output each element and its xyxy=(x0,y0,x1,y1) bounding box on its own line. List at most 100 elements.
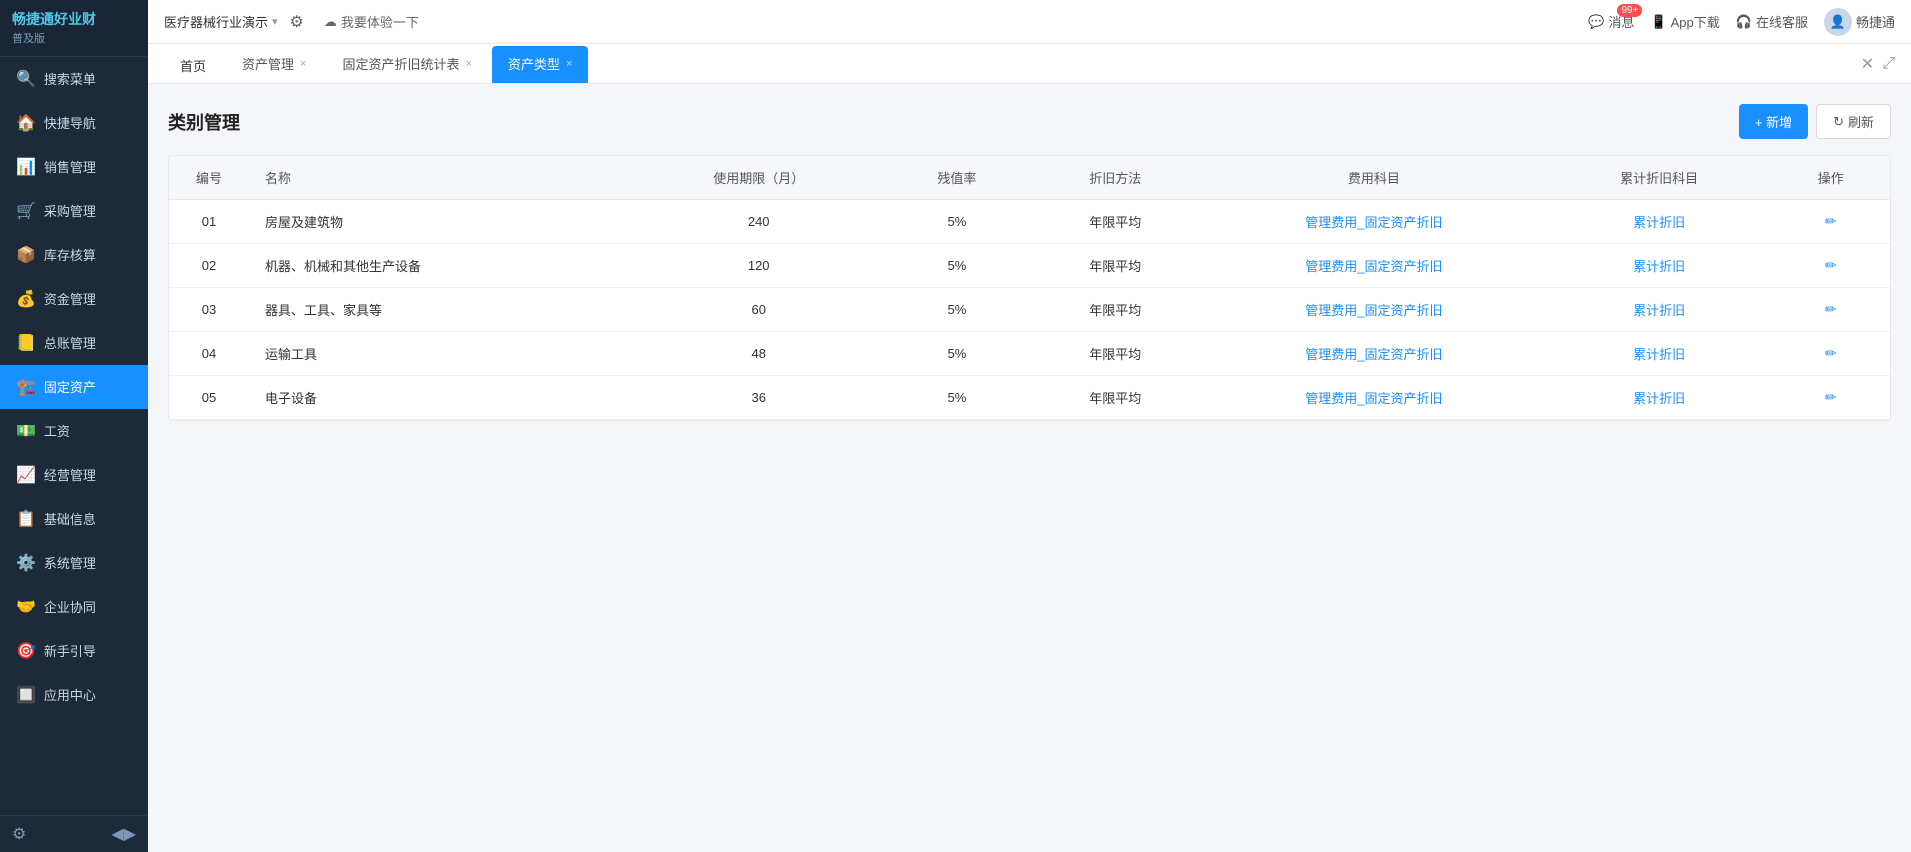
nav-label-fixed-assets: 固定资产 xyxy=(44,377,96,396)
category-table: 编号名称使用期限（月）残值率折旧方法费用科目累计折旧科目操作 01房屋及建筑物2… xyxy=(169,156,1890,420)
nav-label-payroll: 工资 xyxy=(44,421,70,440)
table-row: 03器具、工具、家具等605%年限平均管理费用_固定资产折旧累计折旧✏ xyxy=(169,288,1890,332)
nav-icon-system: ⚙️ xyxy=(16,553,36,573)
settings-icon[interactable]: ⚙ xyxy=(12,824,26,844)
sidebar-item-quick-nav[interactable]: 🏠 快捷导航 xyxy=(0,101,148,145)
tabbar: 首页资产管理×固定资产折旧统计表× 资产类型 × ✕ ⤢ xyxy=(148,44,1911,84)
nav-icon-quick-nav: 🏠 xyxy=(16,113,36,133)
cell-3-7[interactable]: ✏ xyxy=(1771,332,1890,376)
nav-icon-fixed-assets: 🏗️ xyxy=(16,377,36,397)
cell-3-1: 运输工具 xyxy=(249,332,633,376)
cell-1-6[interactable]: 累计折旧 xyxy=(1547,244,1772,288)
cell-3-0: 04 xyxy=(169,332,249,376)
sidebar-item-system[interactable]: ⚙️系统管理 xyxy=(0,541,148,585)
sidebar-item-capital[interactable]: 💰资金管理 xyxy=(0,277,148,321)
nav-icon-basic-info: 📋 xyxy=(16,509,36,529)
cell-4-7[interactable]: ✏ xyxy=(1771,376,1890,420)
cloud-icon: ☁ xyxy=(324,14,337,30)
content-area: 类别管理 + 新增 ↻ 刷新 编号名称使用期限（月）残值率折旧方法费用科目累计折… xyxy=(148,84,1911,852)
page-header: 类别管理 + 新增 ↻ 刷新 xyxy=(168,104,1891,139)
cell-4-5[interactable]: 管理费用_固定资产折旧 xyxy=(1201,376,1547,420)
new-button[interactable]: + 新增 xyxy=(1739,104,1808,139)
sidebar-item-guide[interactable]: 🎯新手引导 xyxy=(0,629,148,673)
col-header-5: 费用科目 xyxy=(1201,156,1547,200)
main-content: 医疗器械行业演示 ▾ ⚙ ☁ 我要体验一下 💬 消息 99+ 📱 App下载 🎧… xyxy=(148,0,1911,852)
cell-4-6[interactable]: 累计折旧 xyxy=(1547,376,1772,420)
cell-1-1: 机器、机械和其他生产设备 xyxy=(249,244,633,288)
message-btn[interactable]: 💬 消息 99+ xyxy=(1588,12,1634,31)
online-service-btn[interactable]: 🎧 在线客服 xyxy=(1736,12,1808,31)
sidebar-item-search[interactable]: 🔍 搜索菜单 xyxy=(0,57,148,101)
try-button[interactable]: ☁ 我要体验一下 xyxy=(316,8,427,35)
sidebar-item-basic-info[interactable]: 📋 基础信息 xyxy=(0,497,148,541)
sidebar-item-fixed-assets[interactable]: 🏗️ 固定资产 xyxy=(0,365,148,409)
data-table: 编号名称使用期限（月）残值率折旧方法费用科目累计折旧科目操作 01房屋及建筑物2… xyxy=(168,155,1891,421)
table-row: 05电子设备365%年限平均管理费用_固定资产折旧累计折旧✏ xyxy=(169,376,1890,420)
logo-title: 畅捷通好业财 xyxy=(12,10,96,30)
tab-3[interactable]: 资产类型 × xyxy=(492,46,588,83)
refresh-button[interactable]: ↻ 刷新 xyxy=(1816,104,1891,139)
try-label: 我要体验一下 xyxy=(341,12,419,31)
nav-icon-operations: 📈 xyxy=(16,465,36,485)
app-download-btn[interactable]: 📱 App下载 xyxy=(1650,12,1719,31)
cell-1-7[interactable]: ✏ xyxy=(1771,244,1890,288)
sidebar-item-collab[interactable]: 🤝企业协同 xyxy=(0,585,148,629)
close-tab-icon[interactable]: ✕ xyxy=(1861,54,1874,74)
nav-label-quick-nav: 快捷导航 xyxy=(44,113,96,132)
cell-0-5[interactable]: 管理费用_固定资产折旧 xyxy=(1201,200,1547,244)
col-header-1: 名称 xyxy=(249,156,633,200)
cell-2-5[interactable]: 管理费用_固定资产折旧 xyxy=(1201,288,1547,332)
cell-3-5[interactable]: 管理费用_固定资产折旧 xyxy=(1201,332,1547,376)
nav-label-search: 搜索菜单 xyxy=(44,69,96,88)
sidebar-item-inventory[interactable]: 📦库存核算 xyxy=(0,233,148,277)
message-icon: 💬 xyxy=(1588,14,1604,30)
close-tab-3[interactable]: × xyxy=(566,58,572,70)
collapse-icon[interactable]: ◀▶ xyxy=(111,824,136,844)
cell-2-4: 年限平均 xyxy=(1029,288,1201,332)
tab-2[interactable]: 固定资产折旧统计表× xyxy=(326,46,487,83)
topbar-right: 💬 消息 99+ 📱 App下载 🎧 在线客服 👤 畅捷通 xyxy=(1588,8,1895,36)
tab-0[interactable]: 首页 xyxy=(164,48,222,83)
company-name: 医疗器械行业演示 xyxy=(164,12,268,31)
tab-1[interactable]: 资产管理× xyxy=(226,46,322,83)
nav-label-basic-info: 基础信息 xyxy=(44,509,96,528)
cell-3-6[interactable]: 累计折旧 xyxy=(1547,332,1772,376)
table-row: 01房屋及建筑物2405%年限平均管理费用_固定资产折旧累计折旧✏ xyxy=(169,200,1890,244)
sidebar-item-operations[interactable]: 📈经营管理 xyxy=(0,453,148,497)
tab-label-3: 资产类型 xyxy=(508,54,560,73)
col-header-2: 使用期限（月） xyxy=(633,156,884,200)
nav-icon-sales: 📊 xyxy=(16,157,36,177)
cell-0-6[interactable]: 累计折旧 xyxy=(1547,200,1772,244)
refresh-label: 刷新 xyxy=(1848,112,1874,131)
col-header-7: 操作 xyxy=(1771,156,1890,200)
nav-label-purchase: 采购管理 xyxy=(44,201,96,220)
user-profile[interactable]: 👤 畅捷通 xyxy=(1824,8,1895,36)
cell-0-7[interactable]: ✏ xyxy=(1771,200,1890,244)
tabbar-actions: ✕ ⤢ xyxy=(1861,54,1895,74)
cell-1-5[interactable]: 管理费用_固定资产折旧 xyxy=(1201,244,1547,288)
nav-label-sales: 销售管理 xyxy=(44,157,96,176)
message-badge: 99+ xyxy=(1617,4,1642,17)
nav-icon-search: 🔍 xyxy=(16,69,36,89)
cell-4-1: 电子设备 xyxy=(249,376,633,420)
col-header-4: 折旧方法 xyxy=(1029,156,1201,200)
cell-3-3: 5% xyxy=(884,332,1029,376)
cell-1-4: 年限平均 xyxy=(1029,244,1201,288)
sidebar-item-ledger[interactable]: 📒总账管理 xyxy=(0,321,148,365)
table-row: 02机器、机械和其他生产设备1205%年限平均管理费用_固定资产折旧累计折旧✏ xyxy=(169,244,1890,288)
sidebar-item-app-center[interactable]: 🔲应用中心 xyxy=(0,673,148,717)
close-tab-2[interactable]: × xyxy=(465,58,471,70)
close-tab-1[interactable]: × xyxy=(300,58,306,70)
sidebar-footer: ⚙ ◀▶ xyxy=(0,815,148,852)
settings-button[interactable]: ⚙ xyxy=(286,8,308,36)
logo-sub: 普及版 xyxy=(12,30,45,46)
company-selector[interactable]: 医疗器械行业演示 ▾ xyxy=(164,12,278,31)
cell-2-7[interactable]: ✏ xyxy=(1771,288,1890,332)
expand-icon[interactable]: ⤢ xyxy=(1882,55,1895,73)
header-actions: + 新增 ↻ 刷新 xyxy=(1739,104,1891,139)
table-row: 04运输工具485%年限平均管理费用_固定资产折旧累计折旧✏ xyxy=(169,332,1890,376)
sidebar-item-sales[interactable]: 📊 销售管理 xyxy=(0,145,148,189)
cell-2-6[interactable]: 累计折旧 xyxy=(1547,288,1772,332)
sidebar-item-purchase[interactable]: 🛒采购管理 xyxy=(0,189,148,233)
sidebar-item-payroll[interactable]: 💵工资 xyxy=(0,409,148,453)
